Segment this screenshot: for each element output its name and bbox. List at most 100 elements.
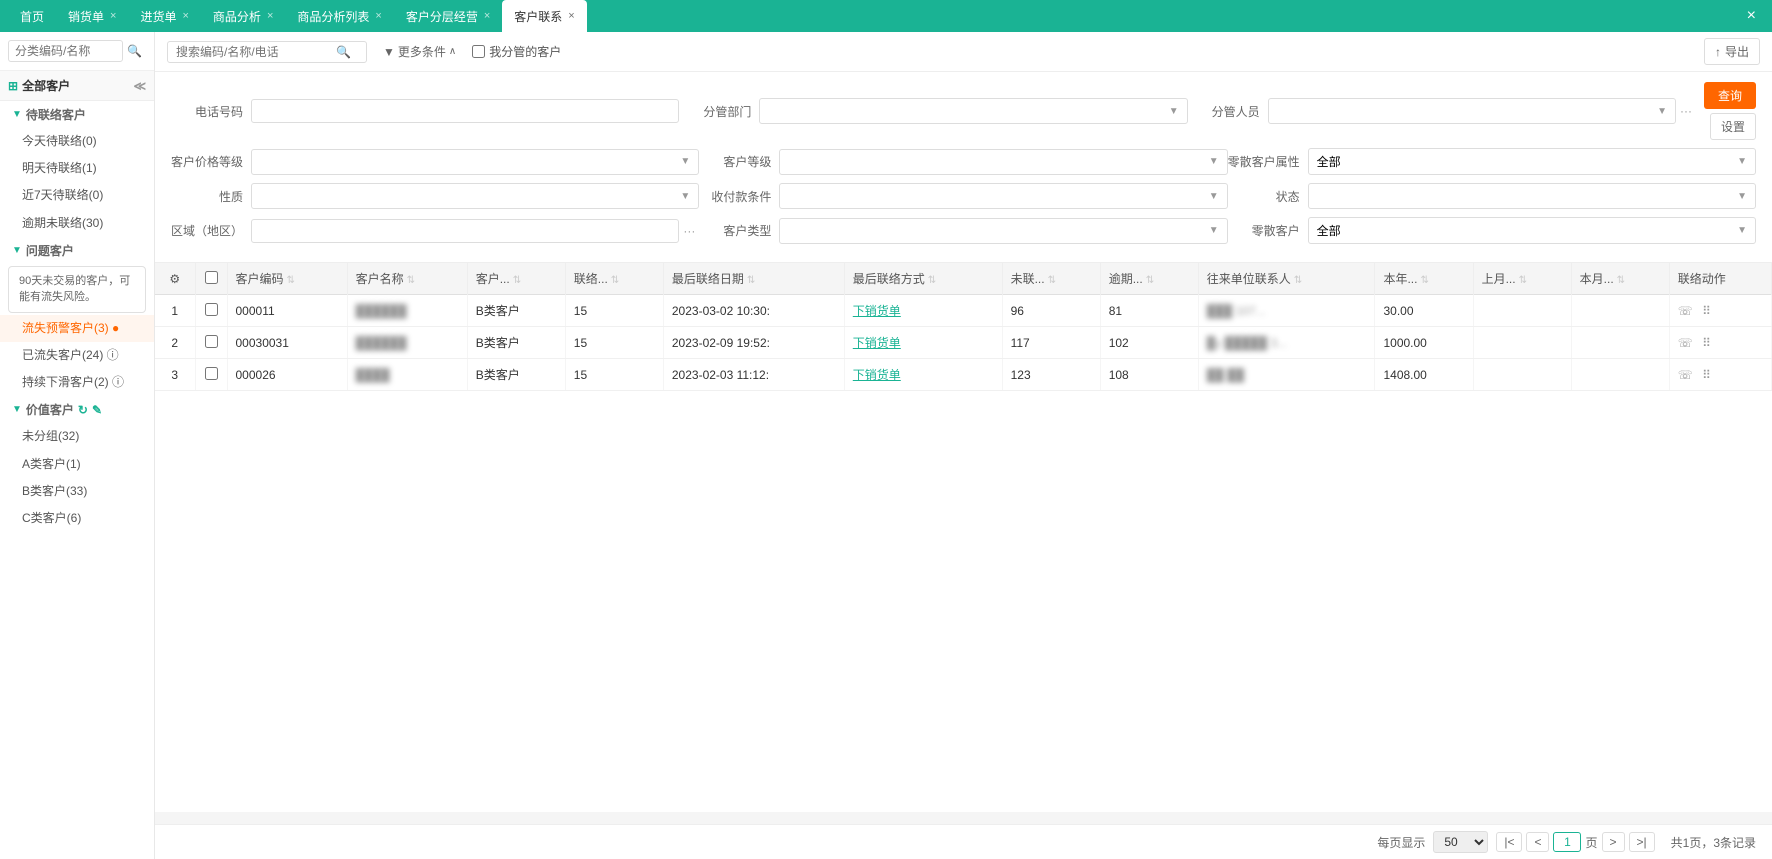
tab-home[interactable]: 首页: [8, 0, 56, 32]
edit-icon[interactable]: ✎: [92, 403, 102, 417]
sort-type-icon[interactable]: ⇅: [513, 275, 521, 286]
per-page-select[interactable]: 50 100 200: [1433, 831, 1488, 853]
tab-analysis-close[interactable]: ×: [267, 10, 273, 22]
sidebar-item-class-a[interactable]: A类客户(1): [0, 451, 154, 478]
filter-select-cust-type[interactable]: ▼: [779, 218, 1227, 244]
sort-contact-icon[interactable]: ⇅: [611, 275, 619, 286]
action-phone-icon[interactable]: ☏: [1678, 304, 1693, 318]
group-value-label[interactable]: ▼ 价值客户 ↻ ✎: [0, 396, 154, 423]
action-more-icon[interactable]: ⠿: [1702, 304, 1711, 318]
settings-button[interactable]: 设置: [1710, 113, 1756, 140]
collapse-icon[interactable]: ≪: [133, 79, 146, 93]
group-pending-label[interactable]: ▼ 待联络客户: [0, 101, 154, 128]
toolbar-search-icon[interactable]: 🔍: [336, 45, 351, 59]
filter-input-phone[interactable]: [251, 99, 679, 123]
row-checkbox[interactable]: [205, 367, 218, 380]
select-all-checkbox[interactable]: [205, 271, 218, 284]
filter-select-payment[interactable]: ▼: [779, 183, 1227, 209]
tab-analysis-list-close[interactable]: ×: [375, 10, 381, 22]
cell-check[interactable]: [195, 295, 227, 327]
cell-last-way[interactable]: 下销货单: [844, 359, 1002, 391]
filter-input-region[interactable]: [251, 219, 679, 243]
filter-select-customer-level[interactable]: ▼: [779, 149, 1227, 175]
sort-year-icon[interactable]: ⇅: [1420, 275, 1428, 286]
cell-last-way[interactable]: 下销货单: [844, 327, 1002, 359]
tab-purchase-close[interactable]: ×: [182, 10, 188, 22]
sidebar-item-overdue[interactable]: 逾期未联络(30): [0, 210, 154, 237]
row-checkbox[interactable]: [205, 335, 218, 348]
sidebar-item-declining[interactable]: 持续下滑客户(2) ⓘ: [0, 369, 154, 396]
sort-code-icon[interactable]: ⇅: [287, 275, 295, 286]
search-button[interactable]: 查询: [1704, 82, 1756, 109]
th-settings[interactable]: ⚙: [155, 263, 195, 295]
sort-this-month-icon[interactable]: ⇅: [1617, 275, 1625, 286]
tab-customer-contact[interactable]: 客户联系 ×: [502, 0, 586, 32]
more-filters-btn[interactable]: ▼ 更多条件 ∧: [375, 39, 464, 64]
action-more-icon[interactable]: ⠿: [1702, 368, 1711, 382]
tab-analysis-list[interactable]: 商品分析列表 ×: [285, 0, 393, 32]
sidebar-search-input[interactable]: [8, 40, 123, 62]
cell-check[interactable]: [195, 359, 227, 391]
filter-select-nature[interactable]: ▼: [251, 183, 699, 209]
last-page-btn[interactable]: >|: [1629, 832, 1655, 852]
close-all-tabs[interactable]: ×: [1739, 7, 1764, 25]
sidebar-item-tomorrow[interactable]: 明天待联络(1): [0, 155, 154, 182]
current-page[interactable]: 1: [1553, 832, 1581, 852]
export-btn[interactable]: ↑ 导出: [1704, 38, 1760, 65]
prev-page-btn[interactable]: <: [1526, 832, 1549, 852]
filter-select-dept[interactable]: ▼: [759, 98, 1187, 124]
all-customers-header[interactable]: ⊞ 全部客户 ≪: [0, 71, 154, 101]
tab-sales[interactable]: 销货单 ×: [56, 0, 128, 32]
last-way-link[interactable]: 下销货单: [853, 336, 901, 350]
sidebar-item-ungrouped[interactable]: 未分组(32): [0, 423, 154, 450]
sidebar-item-class-c[interactable]: C类客户(6): [0, 505, 154, 532]
sidebar-search-icon[interactable]: 🔍: [127, 44, 142, 58]
sort-unit-icon[interactable]: ⇅: [1294, 275, 1302, 286]
my-customers-checkbox-label[interactable]: 我分管的客户: [472, 43, 561, 60]
filter-dots-region[interactable]: ···: [679, 224, 699, 238]
row-checkbox[interactable]: [205, 303, 218, 316]
filter-select-price-level[interactable]: ▼: [251, 149, 699, 175]
sort-overdue-icon[interactable]: ⇅: [1146, 275, 1154, 286]
tab-sales-close[interactable]: ×: [110, 10, 116, 22]
my-customers-checkbox[interactable]: [472, 45, 485, 58]
horizontal-scrollbar[interactable]: [155, 812, 1772, 824]
next-page-btn[interactable]: >: [1602, 832, 1625, 852]
sort-way-icon[interactable]: ⇅: [928, 275, 936, 286]
cell-action[interactable]: ☏ ⠿: [1669, 295, 1771, 327]
group-problem-label[interactable]: ▼ 问题客户: [0, 237, 154, 264]
sidebar-item-class-b[interactable]: B类客户(33): [0, 478, 154, 505]
toolbar-search-input[interactable]: [176, 45, 336, 59]
cell-check[interactable]: [195, 327, 227, 359]
last-way-link[interactable]: 下销货单: [853, 304, 901, 318]
filter-select-person[interactable]: ▼: [1268, 98, 1676, 124]
sidebar-item-today[interactable]: 今天待联络(0): [0, 128, 154, 155]
filter-dots-person[interactable]: ···: [1676, 104, 1696, 118]
cell-action[interactable]: ☏ ⠿: [1669, 327, 1771, 359]
sort-date-icon[interactable]: ⇅: [747, 275, 755, 286]
tab-customer-layer[interactable]: 客户分层经营 ×: [394, 0, 502, 32]
sort-name-icon[interactable]: ⇅: [407, 275, 415, 286]
th-last-month: 上月...⇅: [1473, 263, 1571, 295]
last-way-link[interactable]: 下销货单: [853, 368, 901, 382]
filter-select-scattered[interactable]: 全部 ▼: [1308, 217, 1756, 244]
sidebar-item-churn-warning[interactable]: 流失预警客户(3) ●: [0, 315, 154, 342]
cell-action[interactable]: ☏ ⠿: [1669, 359, 1771, 391]
action-phone-icon[interactable]: ☏: [1678, 336, 1693, 350]
sidebar-item-churned[interactable]: 已流失客户(24) ⓘ: [0, 342, 154, 369]
tab-analysis[interactable]: 商品分析 ×: [201, 0, 285, 32]
sort-uncontacted-icon[interactable]: ⇅: [1048, 275, 1056, 286]
tab-customer-layer-close[interactable]: ×: [484, 10, 490, 22]
action-more-icon[interactable]: ⠿: [1702, 336, 1711, 350]
sort-last-month-icon[interactable]: ⇅: [1519, 275, 1527, 286]
action-phone-icon[interactable]: ☏: [1678, 368, 1693, 382]
cell-last-way[interactable]: 下销货单: [844, 295, 1002, 327]
sidebar-item-7days[interactable]: 近7天待联络(0): [0, 182, 154, 209]
th-checkbox[interactable]: [195, 263, 227, 295]
filter-select-status[interactable]: ▼: [1308, 183, 1756, 209]
filter-select-scattered-attr[interactable]: 全部 ▼: [1308, 148, 1756, 175]
tab-customer-contact-close[interactable]: ×: [568, 10, 574, 22]
tab-purchase[interactable]: 进货单 ×: [128, 0, 200, 32]
first-page-btn[interactable]: |<: [1496, 832, 1522, 852]
refresh-icon[interactable]: ↻: [78, 403, 88, 417]
